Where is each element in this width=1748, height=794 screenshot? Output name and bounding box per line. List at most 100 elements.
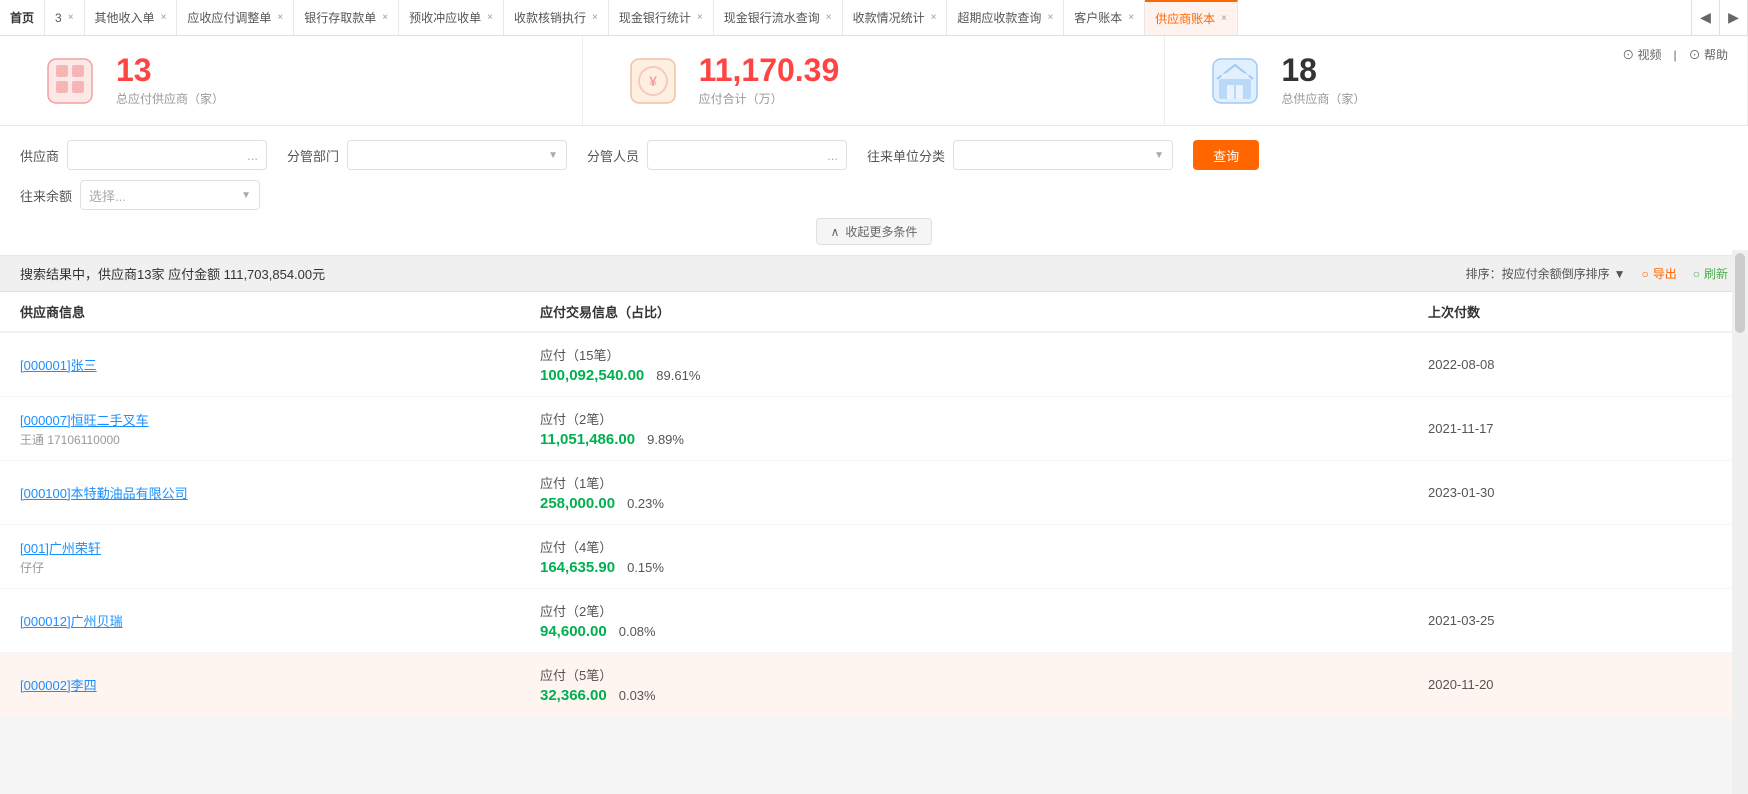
nav-tab-collection-stat[interactable]: 收款情况统计 × (843, 0, 948, 36)
balance-filter-label: 往来余额 (20, 186, 72, 205)
payable-amount-number: 11,170.39 (699, 54, 840, 86)
summary-total-text: 18 总供应商（家） (1281, 54, 1365, 107)
tx-amount[interactable]: 164,635.90 (540, 559, 615, 576)
close-icon[interactable]: × (382, 12, 388, 23)
supplier-filter: 供应商 ... (20, 140, 267, 170)
nav-tab-cash-flow[interactable]: 现金银行流水查询 × (714, 0, 843, 36)
transaction-info-cell: 应付（5笔） 32,366.00 0.03% (540, 665, 1428, 704)
export-button[interactable]: ○ 导出 (1641, 265, 1676, 282)
supplier-filter-label: 供应商 (20, 146, 59, 165)
supplier-link[interactable]: [000007]恒旺二手叉车 (20, 413, 149, 428)
sort-dropdown[interactable]: 排序：按应付余额倒序排序 ▼ (1466, 265, 1626, 282)
payable-suppliers-number: 13 (116, 54, 224, 86)
tab-collection-stat-label: 收款情况统计 (853, 9, 925, 26)
dept-filter-label: 分管部门 (287, 146, 339, 165)
search-button[interactable]: 查询 (1193, 140, 1259, 170)
dept-filter: 分管部门 ▼ (287, 140, 567, 170)
supplier-sub-info: 仔仔 (20, 559, 540, 576)
nav-tab-payment-exec[interactable]: 收款核销执行 × (504, 0, 609, 36)
close-icon[interactable]: × (826, 12, 832, 23)
video-link[interactable]: ⊙ 视频 (1622, 46, 1661, 63)
close-icon[interactable]: × (931, 12, 937, 23)
nav-tab-bank-deposit[interactable]: 银行存取款单 × (294, 0, 399, 36)
close-icon[interactable]: × (68, 12, 74, 23)
tx-amount[interactable]: 11,051,486.00 (540, 431, 635, 448)
chevron-down-icon: ▼ (548, 150, 558, 161)
dept-select[interactable]: ▼ (347, 140, 567, 170)
col-last-payment: 上次付数 (1428, 302, 1728, 321)
nav-tab-cash-bank-stat[interactable]: 现金银行统计 × (609, 0, 714, 36)
tx-pct: 0.23% (627, 496, 664, 511)
nav-tab-home[interactable]: 首页 (0, 0, 45, 36)
nav-scroll-right[interactable]: ▶ (1720, 0, 1748, 36)
person-filter: 分管人员 ... (587, 140, 847, 170)
results-info: 搜索结果中，供应商13家 应付金额 111,703,854.00元 (20, 264, 325, 283)
tx-amount-row: 11,051,486.00 9.89% (540, 431, 1428, 448)
results-right-actions: 排序：按应付余额倒序排序 ▼ ○ 导出 ○ 刷新 (1466, 265, 1728, 282)
tab-customer-account-label: 客户账本 (1074, 9, 1122, 26)
transaction-info-cell: 应付（2笔） 94,600.00 0.08% (540, 601, 1428, 640)
export-label: 导出 (1653, 265, 1677, 282)
balance-select[interactable]: 选择... ▼ (80, 180, 260, 210)
close-icon[interactable]: × (277, 12, 283, 23)
top-navigation: 首页 3 × 其他收入单 × 应收应付调整单 × 银行存取款单 × 预收冲应收单… (0, 0, 1748, 36)
nav-tab-adjustments[interactable]: 应收应付调整单 × (177, 0, 294, 36)
total-suppliers-label: 总供应商（家） (1281, 90, 1365, 107)
last-payment-cell: 2021-11-17 (1428, 421, 1728, 436)
category-select[interactable]: ▼ (953, 140, 1173, 170)
close-icon[interactable]: × (1047, 12, 1053, 23)
nav-tab-advance-collect[interactable]: 预收冲应收单 × (399, 0, 504, 36)
nav-tab-overdue[interactable]: 超期应收款查询 × (947, 0, 1064, 36)
tx-pct: 9.89% (647, 432, 684, 447)
supplier-link[interactable]: [001]广州荣轩 (20, 541, 101, 556)
close-icon[interactable]: × (161, 12, 167, 23)
supplier-link[interactable]: [000100]本特勤油品有限公司 (20, 486, 188, 501)
nav-tab-supplier-account[interactable]: 供应商账本 × (1145, 0, 1238, 36)
close-icon[interactable]: × (697, 12, 703, 23)
tx-amount[interactable]: 258,000.00 (540, 495, 615, 512)
category-filter: 往来单位分类 ▼ (867, 140, 1173, 170)
tab-adjustments-label: 应收应付调整单 (187, 9, 271, 26)
summary-payable-text: 13 总应付供应商（家） (116, 54, 224, 107)
supplier-link[interactable]: [000001]张三 (20, 358, 97, 373)
tx-label: 应付（2笔） (540, 601, 1428, 620)
svg-text:¥: ¥ (649, 73, 657, 89)
tx-amount-row: 100,092,540.00 89.61% (540, 367, 1428, 384)
supplier-link[interactable]: [000012]广州贝瑞 (20, 614, 123, 629)
supplier-info-cell: [000012]广州贝瑞 (20, 611, 540, 630)
close-icon[interactable]: × (487, 12, 493, 23)
col-supplier-info: 供应商信息 (20, 302, 540, 321)
transaction-info-cell: 应付（1笔） 258,000.00 0.23% (540, 473, 1428, 512)
sort-label: 排序：按应付余额倒序排序 (1466, 265, 1610, 282)
tx-label: 应付（2笔） (540, 409, 1428, 428)
chevron-down-icon: ▼ (1154, 150, 1164, 161)
tab-bank-deposit-label: 银行存取款单 (304, 9, 376, 26)
tx-amount[interactable]: 100,092,540.00 (540, 367, 644, 384)
help-link[interactable]: ⊙ 帮助 (1689, 46, 1728, 63)
close-icon[interactable]: × (1128, 12, 1134, 23)
collapse-filter-button[interactable]: ∧ 收起更多条件 (816, 218, 933, 245)
supplier-info-cell: [000001]张三 (20, 355, 540, 374)
supplier-input[interactable]: ... (67, 140, 267, 170)
filter-row-1: 供应商 ... 分管部门 ▼ 分管人员 ... 往来单位分类 (20, 140, 1728, 170)
tab-overdue-label: 超期应收款查询 (957, 9, 1041, 26)
chevron-down-icon: ▼ (241, 190, 251, 201)
tx-amount[interactable]: 32,366.00 (540, 687, 607, 704)
refresh-button[interactable]: ○ 刷新 (1693, 265, 1728, 282)
person-input[interactable]: ... (647, 140, 847, 170)
nav-tab-other-income[interactable]: 其他收入单 × (85, 0, 178, 36)
scrollbar[interactable] (1732, 250, 1748, 794)
tx-amount[interactable]: 94,600.00 (540, 623, 607, 640)
home-label: 首页 (10, 9, 34, 26)
filter-row-2: 往来余额 选择... ▼ (20, 180, 1728, 210)
supplier-link[interactable]: [000002]李四 (20, 678, 97, 693)
nav-tab-customer-account[interactable]: 客户账本 × (1064, 0, 1145, 36)
nav-tab-3[interactable]: 3 × (45, 0, 85, 36)
nav-scroll-left[interactable]: ◀ (1692, 0, 1720, 36)
close-icon[interactable]: × (592, 12, 598, 23)
last-payment-cell: 2020-11-20 (1428, 677, 1728, 692)
scroll-thumb[interactable] (1735, 253, 1745, 333)
table-row: [000007]恒旺二手叉车 王通 17106110000 应付（2笔） 11,… (0, 397, 1748, 461)
tx-label: 应付（15笔） (540, 345, 1428, 364)
close-icon[interactable]: × (1221, 13, 1227, 24)
